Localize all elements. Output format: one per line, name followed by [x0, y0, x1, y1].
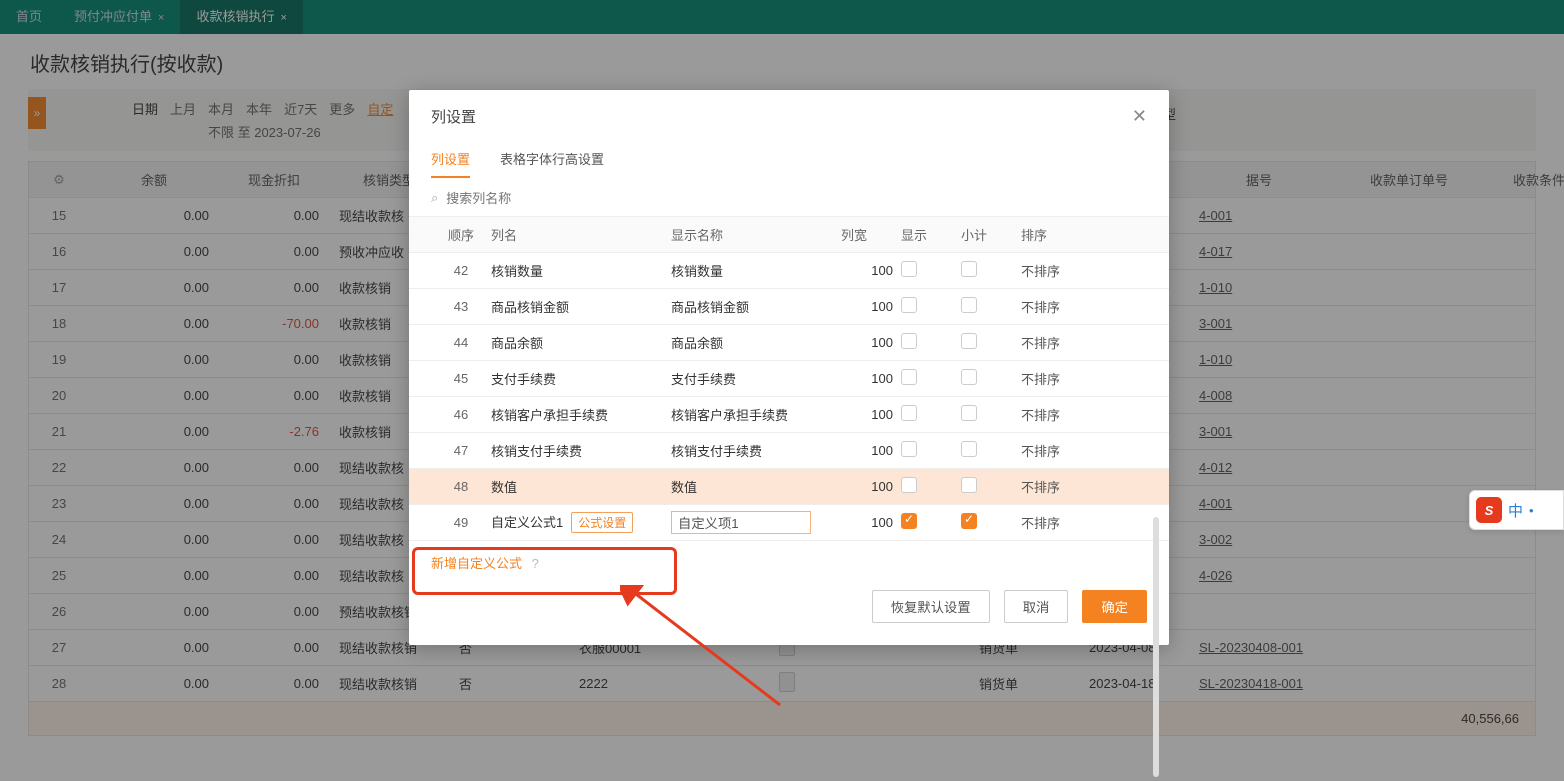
column-settings-modal: 列设置 ✕ 列设置 表格字体行高设置 ⌕ 顺序 列名 显示名称 列宽 显示 小计…	[409, 90, 1169, 645]
search-icon: ⌕	[431, 190, 438, 206]
add-custom-formula-link[interactable]: 新增自定义公式	[431, 556, 522, 571]
sogou-logo-icon: S	[1476, 497, 1502, 523]
sort-select[interactable]: 不排序	[1021, 369, 1101, 388]
col-ord: 顺序	[431, 225, 491, 244]
ime-status-icon: •	[1529, 503, 1534, 518]
modal-title: 列设置	[431, 106, 476, 127]
column-config-row[interactable]: 44商品余额商品余额100不排序	[409, 325, 1169, 361]
ime-indicator[interactable]: S 中 •	[1469, 490, 1564, 530]
col-show: 显示	[901, 225, 961, 244]
show-checkbox[interactable]	[901, 297, 917, 313]
show-checkbox[interactable]	[901, 477, 917, 493]
subtotal-checkbox[interactable]	[961, 261, 977, 277]
column-config-row[interactable]: 42核销数量核销数量100不排序	[409, 253, 1169, 289]
formula-settings-button[interactable]: 公式设置	[571, 512, 633, 533]
show-checkbox[interactable]	[901, 333, 917, 349]
show-checkbox[interactable]	[901, 405, 917, 421]
subtotal-checkbox[interactable]	[961, 369, 977, 385]
subtotal-checkbox[interactable]	[961, 405, 977, 421]
sort-select[interactable]: 不排序	[1021, 477, 1101, 496]
tab-column-settings[interactable]: 列设置	[431, 149, 470, 178]
tab-font-rowheight[interactable]: 表格字体行高设置	[500, 149, 604, 178]
display-name-input[interactable]	[671, 511, 811, 534]
col-display-name: 显示名称	[671, 225, 841, 244]
modal-tabs: 列设置 表格字体行高设置	[409, 149, 1169, 184]
column-config-row[interactable]: 46核销客户承担手续费核销客户承担手续费100不排序	[409, 397, 1169, 433]
column-config-row[interactable]: 43商品核销金额商品核销金额100不排序	[409, 289, 1169, 325]
search-column-input[interactable]	[446, 191, 746, 206]
sort-select[interactable]: 不排序	[1021, 333, 1101, 352]
close-icon[interactable]: ✕	[1132, 106, 1147, 127]
sort-select[interactable]: 不排序	[1021, 297, 1101, 316]
col-subtotal: 小计	[961, 225, 1021, 244]
subtotal-checkbox[interactable]	[961, 477, 977, 493]
subtotal-checkbox[interactable]	[961, 297, 977, 313]
scrollbar[interactable]	[1153, 517, 1159, 777]
subtotal-checkbox[interactable]	[961, 441, 977, 457]
sort-select[interactable]: 不排序	[1021, 261, 1101, 280]
subtotal-checkbox[interactable]	[961, 513, 977, 529]
column-config-row[interactable]: 45支付手续费支付手续费100不排序	[409, 361, 1169, 397]
col-name: 列名	[491, 225, 671, 244]
show-checkbox[interactable]	[901, 441, 917, 457]
ime-mode-label: 中	[1508, 500, 1523, 521]
show-checkbox[interactable]	[901, 261, 917, 277]
help-icon[interactable]: ?	[532, 556, 539, 571]
show-checkbox[interactable]	[901, 369, 917, 385]
sort-select[interactable]: 不排序	[1021, 513, 1101, 532]
sort-select[interactable]: 不排序	[1021, 441, 1101, 460]
col-width: 列宽	[841, 225, 901, 244]
cancel-button[interactable]: 取消	[1004, 590, 1069, 623]
reset-defaults-button[interactable]: 恢复默认设置	[872, 590, 990, 623]
col-sort: 排序	[1021, 225, 1101, 244]
show-checkbox[interactable]	[901, 513, 917, 529]
ok-button[interactable]: 确定	[1082, 590, 1147, 623]
column-config-row[interactable]: 48数值数值100不排序	[409, 469, 1169, 505]
subtotal-checkbox[interactable]	[961, 333, 977, 349]
cols-header-row: 顺序 列名 显示名称 列宽 显示 小计 排序	[409, 217, 1169, 253]
sort-select[interactable]: 不排序	[1021, 405, 1101, 424]
column-config-row[interactable]: 49自定义公式1公式设置100不排序	[409, 505, 1169, 541]
column-config-row[interactable]: 47核销支付手续费核销支付手续费100不排序	[409, 433, 1169, 469]
